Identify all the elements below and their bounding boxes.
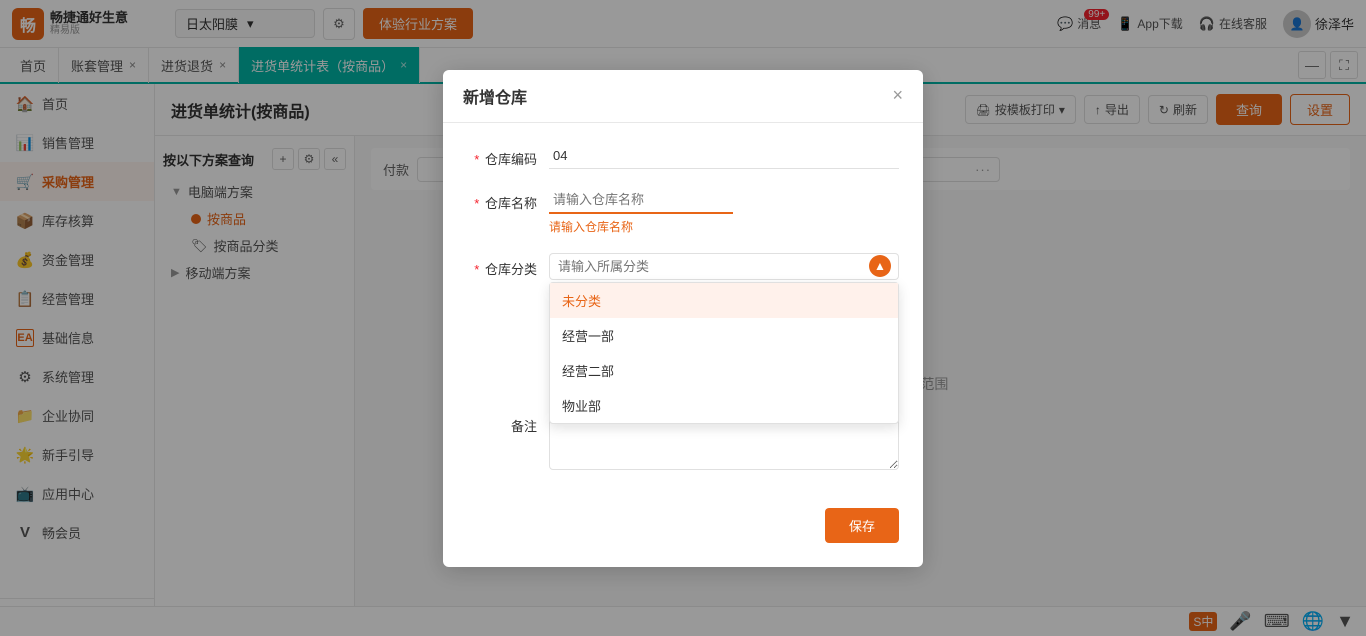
modal-overlay: 新增仓库 × * 仓库编码 * 仓库名称 请输入仓库名称 [0, 0, 1366, 636]
arrow-up-icon: ▲ [874, 259, 886, 273]
modal-title: 新增仓库 [463, 84, 527, 108]
modal-header: 新增仓库 × [443, 70, 923, 123]
name-field-row: * 仓库名称 请输入仓库名称 [467, 187, 899, 235]
category-dropdown-arrow[interactable]: ▲ [869, 255, 891, 277]
code-field-row: * 仓库编码 [467, 143, 899, 169]
category-input[interactable] [549, 253, 899, 280]
category-label: * 仓库分类 [467, 253, 537, 278]
code-input[interactable] [549, 143, 899, 169]
dropdown-item-1[interactable]: 经营一部 [550, 318, 898, 353]
modal-footer: 保存 [443, 508, 923, 551]
category-select-container: ▲ 未分类 经营一部 经营二部 物业部 [549, 253, 899, 280]
note-label: 备注 [467, 410, 537, 435]
name-error-message: 请输入仓库名称 [549, 218, 899, 235]
modal-body: * 仓库编码 * 仓库名称 请输入仓库名称 * [443, 123, 923, 508]
dropdown-item-3[interactable]: 物业部 [550, 388, 898, 423]
code-label: * 仓库编码 [467, 143, 537, 168]
dropdown-item-0[interactable]: 未分类 [550, 283, 898, 318]
name-input[interactable] [549, 187, 733, 214]
new-warehouse-modal: 新增仓库 × * 仓库编码 * 仓库名称 请输入仓库名称 [443, 70, 923, 567]
category-dropdown-list: 未分类 经营一部 经营二部 物业部 [549, 282, 899, 424]
category-field-row: * 仓库分类 ▲ 未分类 经营一部 经营二部 物业部 [467, 253, 899, 280]
name-label: * 仓库名称 [467, 187, 537, 212]
save-button[interactable]: 保存 [825, 508, 899, 543]
dropdown-item-2[interactable]: 经营二部 [550, 353, 898, 388]
modal-close-button[interactable]: × [892, 85, 903, 106]
